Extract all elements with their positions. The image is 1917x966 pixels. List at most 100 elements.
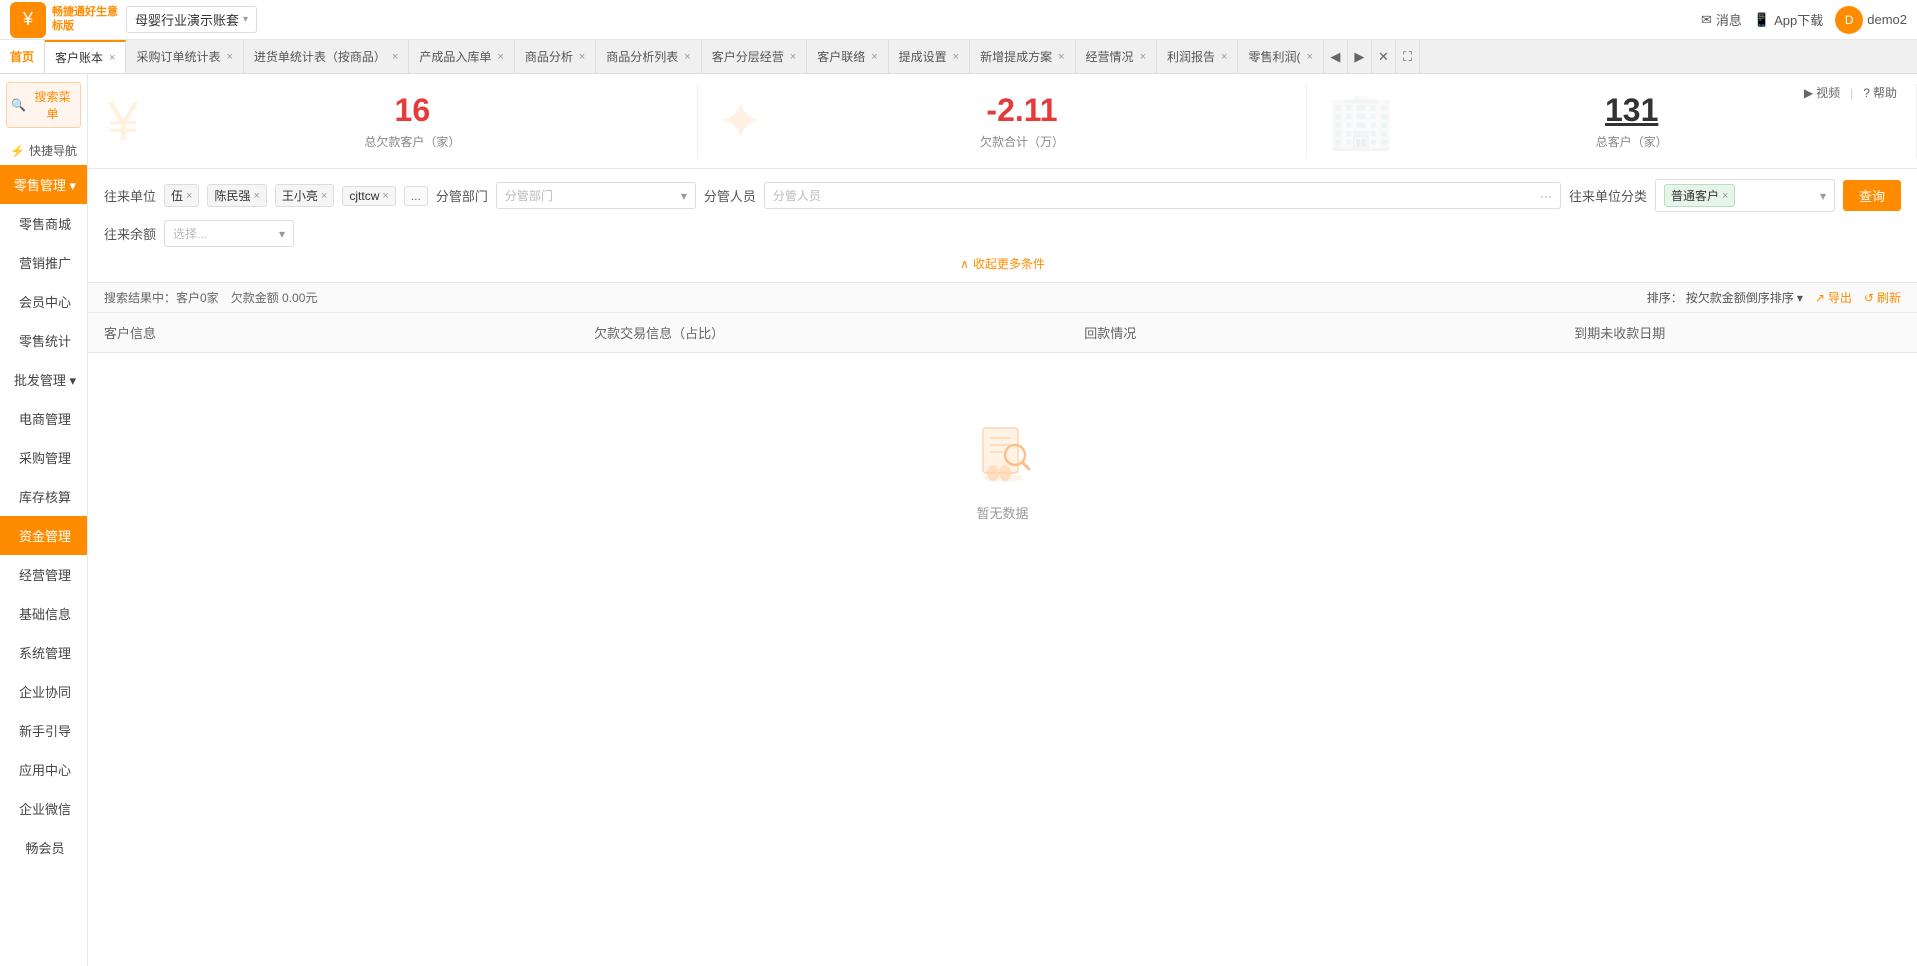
help-btn[interactable]: ? 帮助 (1863, 84, 1897, 101)
app-download-btn[interactable]: 📱 App下载 (1754, 10, 1823, 29)
store-selector[interactable]: 母婴行业演示账套 ▾ (126, 6, 257, 33)
tab-operations[interactable]: 经营情况 × (1076, 40, 1157, 74)
dept-arrow-icon: ▾ (681, 189, 687, 203)
sidebar-item-ecommerce-mgmt[interactable]: 电商管理 (0, 399, 87, 438)
mobile-icon: 📱 (1754, 12, 1770, 28)
close-icon[interactable]: × (1306, 51, 1312, 63)
message-btn[interactable]: ✉ 消息 (1701, 10, 1742, 29)
close-icon[interactable]: × (790, 51, 796, 63)
tab-expand-btn[interactable]: ⛶ (1396, 40, 1420, 74)
close-icon[interactable]: × (392, 51, 398, 63)
sort-label: 排序： (1647, 289, 1683, 306)
lightning-icon: ⚡ (10, 144, 25, 158)
close-icon[interactable]: × (579, 51, 585, 63)
sidebar-item-enterprise-collab[interactable]: 企业协同 (0, 672, 87, 711)
logo-text: 畅捷通好生意 标版 (52, 6, 118, 32)
empty-state-icon (963, 413, 1043, 493)
filter-more-btn[interactable]: ... (404, 186, 428, 206)
col-header-due-date: 到期未收款日期 (1574, 323, 1901, 342)
category-arrow-icon: ▾ (1820, 189, 1826, 203)
close-icon[interactable]: × (226, 51, 232, 63)
sidebar-item-marketing[interactable]: 营销推广 (0, 243, 87, 282)
tab-close-all-btn[interactable]: ✕ (1372, 40, 1396, 74)
remove-chenmq-btn[interactable]: × (253, 190, 259, 202)
sidebar-item-operations-mgmt[interactable]: 经营管理 (0, 555, 87, 594)
quick-nav-btn[interactable]: ⚡ 快捷导航 (0, 136, 87, 165)
remove-wu-btn[interactable]: × (186, 190, 192, 202)
balance-select[interactable]: 选择... ▾ (164, 220, 294, 247)
sidebar-item-system-mgmt[interactable]: 系统管理 (0, 633, 87, 672)
top-bar: ¥ 畅捷通好生意 标版 母婴行业演示账套 ▾ ✉ 消息 📱 App下载 D de… (0, 0, 1917, 40)
sidebar-item-purchase-mgmt[interactable]: 采购管理 (0, 438, 87, 477)
sidebar: 🔍 搜索菜单 ⚡ 快捷导航 零售管理 ▾ 零售商城 营销推广 会员中心 零售统计… (0, 74, 88, 966)
collapse-btn[interactable]: ∧ 收起更多条件 (104, 255, 1901, 272)
remove-wangxl-btn[interactable]: × (321, 190, 327, 202)
close-icon[interactable]: × (109, 52, 115, 64)
help-icon: ? (1863, 86, 1870, 100)
tab-product-inbound[interactable]: 产成品入库单 × (409, 40, 514, 74)
logo-icon: ¥ (10, 2, 46, 38)
sort-select[interactable]: 排序： 按欠款金额倒序排序 ▾ (1647, 289, 1803, 306)
user-avatar[interactable]: D demo2 (1835, 6, 1907, 34)
sidebar-item-wholesale-mgmt[interactable]: 批发管理 ▾ (0, 360, 87, 399)
store-arrow-icon: ▾ (243, 14, 248, 25)
sidebar-item-retail-mall[interactable]: 零售商城 (0, 204, 87, 243)
close-icon[interactable]: × (871, 51, 877, 63)
debt-total-label: 欠款合计（万） (980, 133, 1064, 150)
person-filter-select[interactable]: 分管人员 ··· (764, 182, 1561, 209)
tab-purchase-order-stats[interactable]: 采购订单统计表 × (126, 40, 243, 74)
results-bar-right: 排序： 按欠款金额倒序排序 ▾ ↗ 导出 ↺ 刷新 (1647, 289, 1901, 306)
sidebar-item-member-center[interactable]: 会员中心 (0, 282, 87, 321)
tab-accounts-receivable[interactable]: 客户账本 × (45, 40, 126, 74)
sidebar-item-inventory-check[interactable]: 库存核算 (0, 477, 87, 516)
dept-filter-label: 分管部门 (436, 186, 488, 205)
tab-inbound-stats[interactable]: 进货单统计表（按商品） × (244, 40, 409, 74)
debt-total-value: -2.11 (986, 92, 1057, 129)
video-btn[interactable]: ▶ 视频 (1804, 84, 1840, 101)
sidebar-item-retail-mgmt[interactable]: 零售管理 ▾ (0, 165, 87, 204)
debt-amount: 欠款金额 0.00元 (231, 289, 318, 306)
tab-profit-report[interactable]: 利润报告 × (1157, 40, 1238, 74)
search-menu-btn[interactable]: 🔍 搜索菜单 (6, 82, 81, 128)
unit-category-select[interactable]: 普通客户 × ▾ (1655, 179, 1835, 212)
sidebar-item-finance-mgmt[interactable]: 资金管理 (0, 516, 87, 555)
tab-home-label: 首页 (10, 48, 34, 65)
close-icon[interactable]: × (1140, 51, 1146, 63)
tab-customer-contact[interactable]: 客户联络 × (807, 40, 888, 74)
sidebar-item-vip-member[interactable]: 畅会员 (0, 828, 87, 867)
query-btn[interactable]: 查询 (1843, 180, 1901, 211)
col-header-repay: 回款情况 (1084, 323, 1574, 342)
refresh-btn[interactable]: ↺ 刷新 (1864, 289, 1901, 306)
close-icon[interactable]: × (684, 51, 690, 63)
tab-home[interactable]: 首页 (0, 40, 45, 74)
person-filter-label: 分管人员 (704, 186, 756, 205)
tab-scroll-left-btn[interactable]: ◀ (1324, 40, 1348, 74)
remove-category-btn[interactable]: × (1722, 190, 1728, 202)
category-tag-normal: 普通客户 × (1664, 184, 1735, 207)
tab-scroll-right-btn[interactable]: ▶ (1348, 40, 1372, 74)
sidebar-item-enterprise-wechat[interactable]: 企业微信 (0, 789, 87, 828)
close-icon[interactable]: × (953, 51, 959, 63)
close-icon[interactable]: × (1221, 51, 1227, 63)
export-icon: ↗ (1815, 291, 1825, 305)
tab-promo-settings[interactable]: 提成设置 × (889, 40, 970, 74)
sidebar-item-basic-info[interactable]: 基础信息 (0, 594, 87, 633)
tab-add-promo-plan[interactable]: 新增提成方案 × (970, 40, 1075, 74)
dept-filter-select[interactable]: 分管部门 ▾ (496, 182, 696, 209)
sidebar-item-retail-stats[interactable]: 零售统计 (0, 321, 87, 360)
sidebar-item-app-center[interactable]: 应用中心 (0, 750, 87, 789)
content-area: ¥ 16 总欠款客户（家） ✦ -2.11 欠款合计（万） 🏢 131 总客户（… (88, 74, 1917, 966)
close-icon[interactable]: × (497, 51, 503, 63)
stats-strip: ¥ 16 总欠款客户（家） ✦ -2.11 欠款合计（万） 🏢 131 总客户（… (88, 74, 1917, 169)
tab-customer-segments[interactable]: 客户分层经营 × (702, 40, 807, 74)
stat-debt-total: ✦ -2.11 欠款合计（万） (698, 84, 1308, 158)
tab-product-analysis-list[interactable]: 商品分析列表 × (596, 40, 701, 74)
close-icon[interactable]: × (1058, 51, 1064, 63)
export-btn[interactable]: ↗ 导出 (1815, 289, 1852, 306)
tab-retail-profit[interactable]: 零售利润( × (1238, 40, 1323, 74)
filter-tag-chenmq: 陈民强 × (207, 184, 266, 207)
tab-product-analysis[interactable]: 商品分析 × (515, 40, 596, 74)
sidebar-item-new-user-guide[interactable]: 新手引导 (0, 711, 87, 750)
filter-row-1: 往来单位 伍 × 陈民强 × 王小亮 × cjttcw × ... (104, 179, 1901, 212)
remove-cjttcw-btn[interactable]: × (382, 190, 388, 202)
